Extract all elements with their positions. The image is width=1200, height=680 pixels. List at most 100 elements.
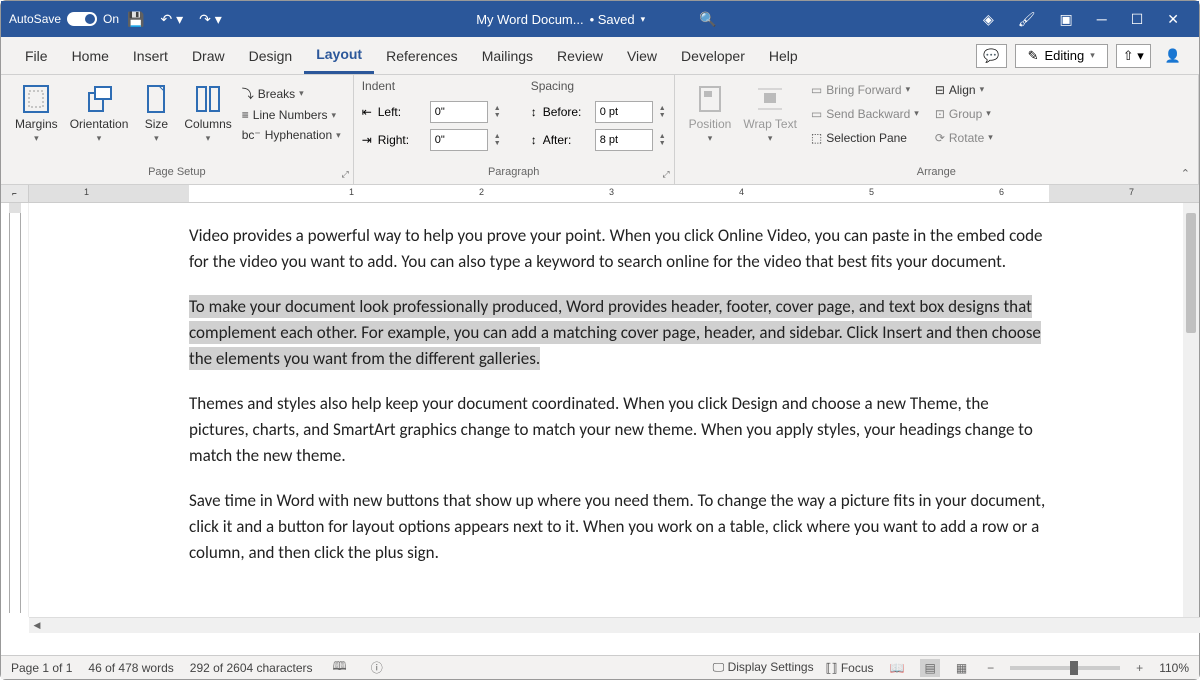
scrollbar-thumb[interactable] xyxy=(1186,213,1196,333)
scroll-left-icon[interactable]: ◀ xyxy=(29,620,45,631)
spacing-heading: Spacing xyxy=(531,79,666,93)
group-arrange: Position▾ Wrap Text▾ ▭Bring Forward ▾ ▭S… xyxy=(675,75,1199,184)
tab-developer[interactable]: Developer xyxy=(669,37,757,74)
send-backward-icon: ▭ xyxy=(811,107,822,121)
tab-view[interactable]: View xyxy=(615,37,669,74)
page-setup-launcher[interactable]: ⤢ xyxy=(341,169,348,180)
zoom-thumb[interactable] xyxy=(1070,661,1078,675)
zoom-out-icon[interactable]: − xyxy=(983,661,998,675)
group-button[interactable]: ⊡Group ▾ xyxy=(933,105,995,123)
margins-button[interactable]: Margins▾ xyxy=(9,79,64,148)
indent-left-input[interactable] xyxy=(430,101,488,123)
tab-mailings[interactable]: Mailings xyxy=(470,37,545,74)
status-chars[interactable]: 292 of 2604 characters xyxy=(190,661,313,675)
breaks-icon: ⤵ xyxy=(242,85,254,102)
document-page[interactable]: Video provides a powerful way to help yo… xyxy=(29,203,1199,617)
margins-icon xyxy=(20,83,52,115)
bring-forward-icon: ▭ xyxy=(811,83,822,97)
paragraph-launcher[interactable]: ⤢ xyxy=(662,169,669,180)
tab-insert[interactable]: Insert xyxy=(121,37,180,74)
ruler-track[interactable]: 1 1 2 3 4 5 6 7 xyxy=(29,185,1199,202)
spacing-after-input[interactable] xyxy=(595,129,653,151)
indent-right-label: Right: xyxy=(378,133,424,147)
tab-draw[interactable]: Draw xyxy=(180,37,237,74)
rotate-button[interactable]: ⟳Rotate ▾ xyxy=(933,129,995,147)
tab-help[interactable]: Help xyxy=(757,37,810,74)
vertical-scrollbar[interactable] xyxy=(1183,203,1199,617)
wrap-text-button[interactable]: Wrap Text▾ xyxy=(737,79,803,148)
save-icon[interactable]: 💾 xyxy=(119,11,152,28)
maximize-icon[interactable]: ☐ xyxy=(1119,11,1156,28)
close-icon[interactable]: ✕ xyxy=(1155,11,1191,28)
send-backward-button[interactable]: ▭Send Backward ▾ xyxy=(809,105,921,123)
spacing-before-input[interactable] xyxy=(595,101,653,123)
editing-mode-button[interactable]: ✎ Editing ▾ xyxy=(1015,44,1108,68)
search-icon[interactable]: 🔍 xyxy=(691,11,724,28)
horizontal-scrollbar[interactable]: ◀ ▶ xyxy=(29,617,1200,633)
breaks-button[interactable]: ⤵Breaks▾ xyxy=(238,83,345,104)
status-words[interactable]: 46 of 478 words xyxy=(88,661,173,675)
status-proofing-icon[interactable]: 🕮 xyxy=(329,657,351,678)
line-numbers-button[interactable]: ≡Line Numbers▾ xyxy=(238,106,345,124)
tab-home[interactable]: Home xyxy=(60,37,121,74)
line-numbers-icon: ≡ xyxy=(242,108,249,122)
diamond-icon[interactable]: ◈ xyxy=(971,11,1006,28)
minimize-icon[interactable]: ─ xyxy=(1085,11,1119,28)
paragraph-1[interactable]: Video provides a powerful way to help yo… xyxy=(189,223,1049,276)
autosave-label: AutoSave xyxy=(9,12,61,26)
indent-left-icon: ⇤ xyxy=(362,105,372,119)
columns-button[interactable]: Columns▾ xyxy=(178,79,237,148)
redo-icon[interactable]: ↷ ▾ xyxy=(191,11,230,28)
collapse-ribbon-icon[interactable]: ⌃ xyxy=(1181,167,1190,180)
paragraph-2-selected[interactable]: To make your document look professionall… xyxy=(189,295,1041,371)
print-layout-icon[interactable]: ▤ xyxy=(920,659,939,677)
columns-icon xyxy=(192,83,224,115)
tab-layout[interactable]: Layout xyxy=(304,37,374,74)
selection-pane-button[interactable]: ⬚Selection Pane xyxy=(809,129,921,147)
title-chevron-icon[interactable]: ▾ xyxy=(641,14,646,25)
horizontal-ruler[interactable]: ⌐ 1 1 2 3 4 5 6 7 xyxy=(1,185,1199,203)
toggle-switch[interactable] xyxy=(67,12,97,26)
save-state: • Saved xyxy=(590,12,635,27)
comments-button[interactable]: 💬 xyxy=(976,44,1006,68)
tab-file[interactable]: File xyxy=(13,37,60,74)
autosave-toggle[interactable]: AutoSave On xyxy=(9,12,119,26)
spinner[interactable]: ▲▼ xyxy=(494,133,501,147)
account-icon[interactable]: 👤 xyxy=(1159,48,1187,64)
focus-button[interactable]: ⟦⟧ Focus xyxy=(826,661,874,675)
hyphenation-icon: bc⁻ xyxy=(242,128,261,142)
group-paragraph: Indent ⇤ Left: ▲▼ ⇥ Right: ▲▼ Spacing ↕ xyxy=(354,75,675,184)
paragraph-3[interactable]: Themes and styles also help keep your do… xyxy=(189,391,1049,470)
zoom-in-icon[interactable]: + xyxy=(1132,661,1147,675)
zoom-slider[interactable] xyxy=(1010,666,1120,670)
web-layout-icon[interactable]: ▦ xyxy=(952,661,971,675)
spinner[interactable]: ▲▼ xyxy=(494,105,501,119)
hyphenation-button[interactable]: bc⁻Hyphenation▾ xyxy=(238,126,345,144)
indent-right-input[interactable] xyxy=(430,129,488,151)
tab-review[interactable]: Review xyxy=(545,37,615,74)
tab-references[interactable]: References xyxy=(374,37,470,74)
indent-left-label: Left: xyxy=(378,105,424,119)
spinner[interactable]: ▲▼ xyxy=(659,133,666,147)
bring-forward-button[interactable]: ▭Bring Forward ▾ xyxy=(809,81,921,99)
app-icon[interactable]: ▣ xyxy=(1048,11,1085,28)
status-page[interactable]: Page 1 of 1 xyxy=(11,661,72,675)
page-setup-label: Page Setup xyxy=(9,166,345,180)
share-button[interactable]: ⇧ ▾ xyxy=(1116,44,1151,68)
position-button[interactable]: Position▾ xyxy=(683,79,738,148)
tab-design[interactable]: Design xyxy=(237,37,305,74)
ruler-corner[interactable]: ⌐ xyxy=(1,185,29,202)
status-accessibility-icon[interactable]: ⓘ xyxy=(367,659,387,676)
align-button[interactable]: ⊟Align ▾ xyxy=(933,81,995,99)
read-mode-icon[interactable]: 📖 xyxy=(886,661,909,675)
size-button[interactable]: Size▾ xyxy=(134,79,178,148)
brush-icon[interactable]: 🖌 xyxy=(1006,11,1048,28)
display-settings-button[interactable]: 🖵 Display Settings xyxy=(713,660,814,675)
doc-title: My Word Docum... xyxy=(476,12,583,27)
undo-icon[interactable]: ↶ ▾ xyxy=(153,11,192,28)
vertical-ruler[interactable] xyxy=(1,203,29,617)
orientation-button[interactable]: Orientation▾ xyxy=(64,79,135,148)
zoom-level[interactable]: 110% xyxy=(1159,661,1189,675)
spinner[interactable]: ▲▼ xyxy=(659,105,666,119)
paragraph-4[interactable]: Save time in Word with new buttons that … xyxy=(189,488,1049,567)
